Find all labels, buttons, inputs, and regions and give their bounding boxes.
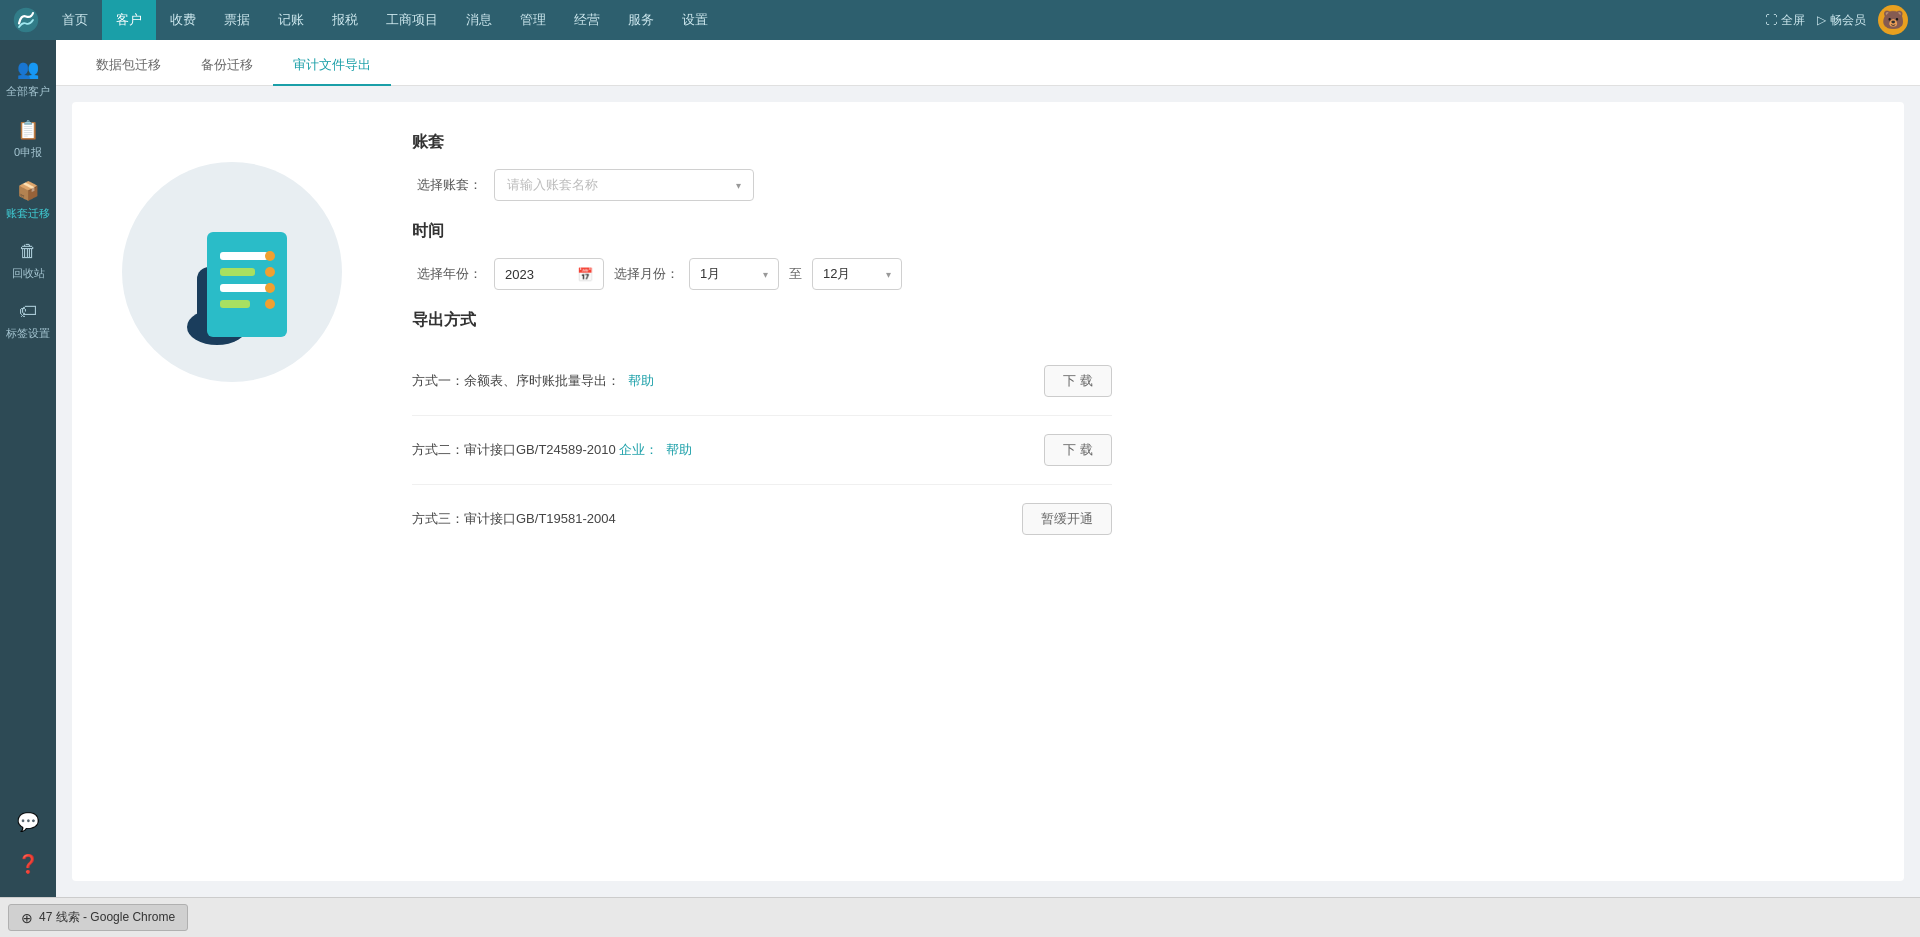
svg-rect-4 xyxy=(220,252,268,260)
fullscreen-icon: ⛶ xyxy=(1765,13,1777,27)
nav-tax[interactable]: 报税 xyxy=(318,0,372,40)
month-start-value: 1月 xyxy=(700,265,720,283)
chevron-down-icon-end: ▾ xyxy=(886,269,891,280)
nav-message[interactable]: 消息 xyxy=(452,0,506,40)
illustration-area xyxy=(112,132,352,412)
svg-point-10 xyxy=(265,283,275,293)
chevron-down-icon: ▾ xyxy=(736,180,741,191)
top-nav-right: ⛶ 全屏 ▷ 畅会员 🐻 xyxy=(1765,5,1908,35)
account-form-row: 选择账套： 请输入账套名称 ▾ xyxy=(412,169,1112,201)
recycle-icon: 🗑 xyxy=(19,241,37,262)
tab-backup-migrate[interactable]: 备份迁移 xyxy=(181,46,273,86)
nav-items: 首页 客户 收费 票据 记账 报税 工商项目 消息 管理 经营 服务 设置 xyxy=(48,0,722,40)
export-method-1: 方式一：余额表、序时账批量导出： 帮助 下 载 xyxy=(412,347,1112,416)
sidebar-bottom: 💬 ❓ xyxy=(0,801,56,897)
sidebar-item-all-customers[interactable]: 👥 全部客户 xyxy=(0,48,56,109)
export-method-3: 方式三：审计接口GB/T19581-2004 暂缓开通 xyxy=(412,485,1112,553)
sidebar-item-zero-declare[interactable]: 📋 0申报 xyxy=(0,109,56,170)
account-placeholder: 请输入账套名称 xyxy=(507,176,598,194)
export-section-title: 导出方式 xyxy=(412,310,1112,331)
export-method-3-label: 方式三：审计接口GB/T19581-2004 xyxy=(412,510,616,528)
nav-manage[interactable]: 管理 xyxy=(506,0,560,40)
nav-invoice[interactable]: 票据 xyxy=(210,0,264,40)
sidebar-item-recycle[interactable]: 🗑 回收站 xyxy=(0,231,56,291)
time-section-title: 时间 xyxy=(412,221,1112,242)
taskbar-chrome-item[interactable]: ⊕ 47 线索 - Google Chrome xyxy=(8,904,188,931)
export-method-2: 方式二：审计接口GB/T24589-2010 企业： 帮助 下 载 xyxy=(412,416,1112,485)
avatar[interactable]: 🐻 xyxy=(1878,5,1908,35)
sidebar-item-migrate[interactable]: 📦 账套迁移 xyxy=(0,170,56,231)
export-method-1-label: 方式一：余额表、序时账批量导出： 帮助 xyxy=(412,372,654,390)
fullscreen-button[interactable]: ⛶ 全屏 xyxy=(1765,12,1805,29)
svg-rect-7 xyxy=(220,300,250,308)
migrate-icon: 📦 xyxy=(17,180,39,202)
app-logo xyxy=(8,2,44,38)
sidebar-item-chat[interactable]: 💬 xyxy=(0,801,56,843)
svg-point-0 xyxy=(14,8,39,33)
svg-rect-5 xyxy=(220,268,255,276)
svg-rect-6 xyxy=(220,284,268,292)
enterprise-link[interactable]: 企业： xyxy=(619,442,658,457)
download-button-2[interactable]: 下 载 xyxy=(1044,434,1112,466)
time-form-row: 选择年份： 2023 📅 选择月份： 1月 ▾ 至 xyxy=(412,258,1112,290)
chevron-down-icon-month: ▾ xyxy=(763,269,768,280)
play-icon: ▷ xyxy=(1817,13,1826,27)
account-section-title: 账套 xyxy=(412,132,1112,153)
svg-point-8 xyxy=(265,251,275,261)
year-value: 2023 xyxy=(505,267,534,282)
member-button[interactable]: ▷ 畅会员 xyxy=(1817,12,1866,29)
nav-bookkeeping[interactable]: 记账 xyxy=(264,0,318,40)
month-start-select[interactable]: 1月 ▾ xyxy=(689,258,779,290)
sidebar-item-help[interactable]: ❓ xyxy=(0,843,56,885)
year-input[interactable]: 2023 📅 xyxy=(494,258,604,290)
tab-audit-export[interactable]: 审计文件导出 xyxy=(273,46,391,86)
illustration-circle xyxy=(122,162,342,382)
nav-operations[interactable]: 经营 xyxy=(560,0,614,40)
taskbar: ⊕ 47 线索 - Google Chrome xyxy=(0,897,1920,937)
chat-icon: 💬 xyxy=(17,811,39,833)
sidebar-item-tag-settings[interactable]: 🏷 标签设置 xyxy=(0,291,56,351)
form-section: 账套 选择账套： 请输入账套名称 ▾ 时间 选择年份： xyxy=(112,132,1864,553)
svg-point-9 xyxy=(265,267,275,277)
to-text: 至 xyxy=(789,265,802,283)
help-link-2[interactable]: 帮助 xyxy=(666,442,692,457)
year-label: 选择年份： xyxy=(412,265,482,283)
account-select[interactable]: 请输入账套名称 ▾ xyxy=(494,169,754,201)
month-end-select[interactable]: 12月 ▾ xyxy=(812,258,902,290)
customers-icon: 👥 xyxy=(17,58,39,80)
form-fields: 账套 选择账套： 请输入账套名称 ▾ 时间 选择年份： xyxy=(412,132,1112,553)
page-content: 账套 选择账套： 请输入账套名称 ▾ 时间 选择年份： xyxy=(72,102,1904,881)
account-label: 选择账套： xyxy=(412,176,482,194)
sidebar: 👥 全部客户 📋 0申报 📦 账套迁移 🗑 回收站 🏷 标签设置 💬 ❓ xyxy=(0,40,56,897)
taskbar-item-label: 47 线索 - Google Chrome xyxy=(39,909,175,926)
nav-service[interactable]: 服务 xyxy=(614,0,668,40)
nav-business[interactable]: 工商项目 xyxy=(372,0,452,40)
month-label: 选择月份： xyxy=(614,265,679,283)
tag-icon: 🏷 xyxy=(19,301,37,322)
nav-customer[interactable]: 客户 xyxy=(102,0,156,40)
tab-bar: 数据包迁移 备份迁移 审计文件导出 xyxy=(56,40,1920,86)
svg-point-11 xyxy=(265,299,275,309)
chrome-icon: ⊕ xyxy=(21,910,33,926)
nav-home[interactable]: 首页 xyxy=(48,0,102,40)
export-method-2-label: 方式二：审计接口GB/T24589-2010 企业： 帮助 xyxy=(412,441,692,459)
open-button-3[interactable]: 暂缓开通 xyxy=(1022,503,1112,535)
month-end-value: 12月 xyxy=(823,265,850,283)
content-area: 数据包迁移 备份迁移 审计文件导出 xyxy=(56,40,1920,897)
time-controls: 2023 📅 选择月份： 1月 ▾ 至 12月 ▾ xyxy=(494,258,902,290)
declare-icon: 📋 xyxy=(17,119,39,141)
nav-fee[interactable]: 收费 xyxy=(156,0,210,40)
help-icon: ❓ xyxy=(17,853,39,875)
calendar-icon: 📅 xyxy=(577,267,593,282)
help-link-1[interactable]: 帮助 xyxy=(628,373,654,388)
export-method-section: 方式一：余额表、序时账批量导出： 帮助 下 载 方式二：审计接口GB/T2458… xyxy=(412,347,1112,553)
top-nav: 首页 客户 收费 票据 记账 报税 工商项目 消息 管理 经营 服务 设置 ⛶ … xyxy=(0,0,1920,40)
download-button-1[interactable]: 下 载 xyxy=(1044,365,1112,397)
nav-settings[interactable]: 设置 xyxy=(668,0,722,40)
tab-data-migrate[interactable]: 数据包迁移 xyxy=(76,46,181,86)
main-layout: 👥 全部客户 📋 0申报 📦 账套迁移 🗑 回收站 🏷 标签设置 💬 ❓ xyxy=(0,40,1920,897)
